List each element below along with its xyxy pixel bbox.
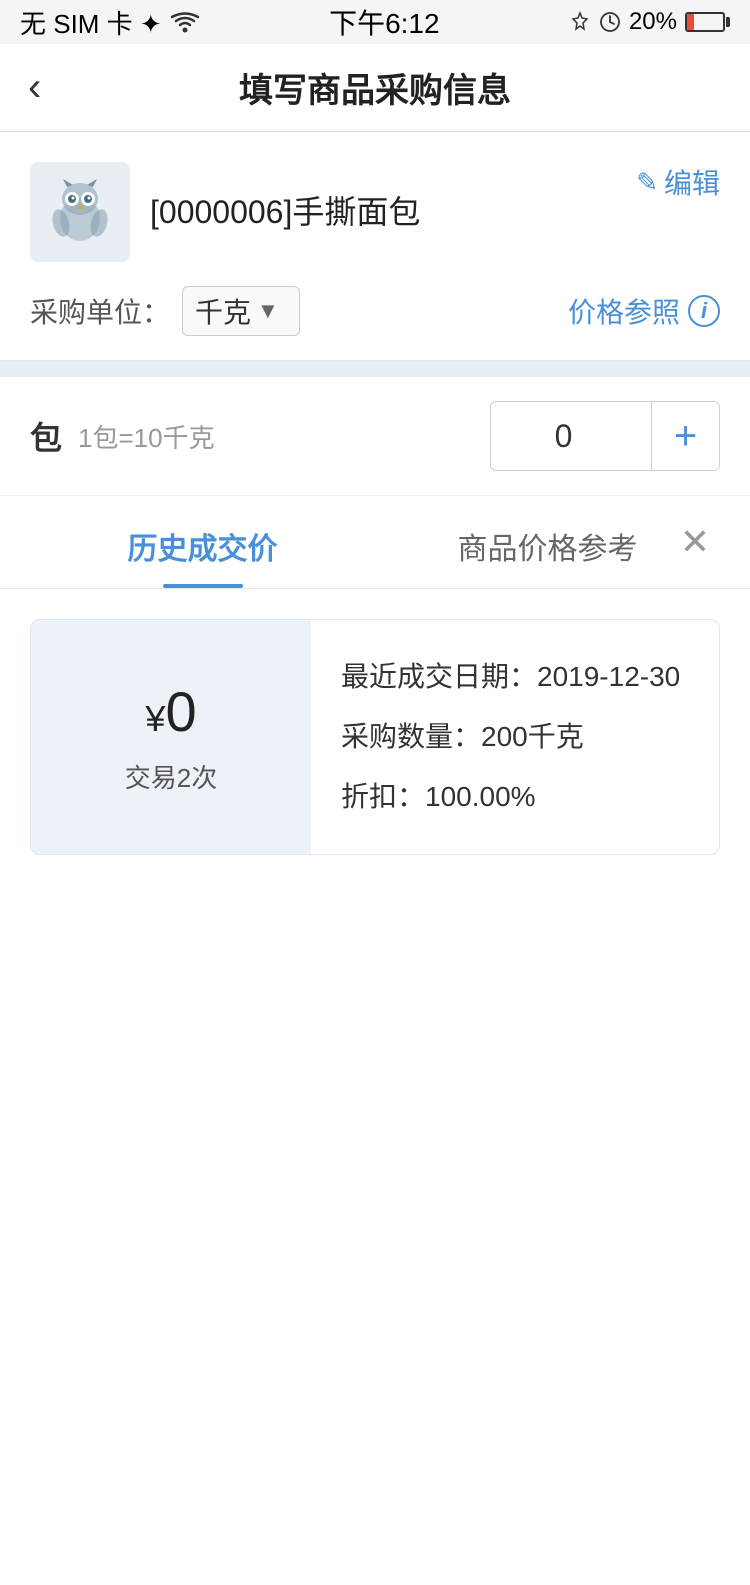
product-header: [0000006]手撕面包 ✎ 编辑 bbox=[30, 162, 720, 262]
status-left: 无 SIM 卡 ✦ bbox=[20, 4, 200, 41]
wifi-icon bbox=[170, 11, 200, 33]
price-content: ¥0 交易2次 最近成交日期：2019-12-30 采购数量：200千克 折扣：… bbox=[0, 589, 750, 885]
edit-button[interactable]: ✎ 编辑 bbox=[636, 162, 720, 202]
price-detail-date: 最近成交日期：2019-12-30 bbox=[341, 656, 689, 698]
qty-conversion: 1包=10千克 bbox=[78, 418, 215, 455]
product-image bbox=[30, 162, 130, 262]
clock-icon bbox=[599, 11, 621, 33]
price-card: ¥0 交易2次 最近成交日期：2019-12-30 采购数量：200千克 折扣：… bbox=[30, 619, 720, 855]
qty-label-group: 包 1包=10千克 bbox=[30, 413, 215, 459]
help-icon: i bbox=[688, 295, 720, 327]
qty-input[interactable] bbox=[491, 402, 651, 470]
product-left: [0000006]手撕面包 bbox=[30, 162, 420, 262]
nav-bar: ‹ 填写商品采购信息 bbox=[0, 44, 750, 132]
price-detail-discount: 折扣：100.00% bbox=[341, 776, 689, 818]
qty-unit-badge: 包 bbox=[30, 413, 62, 459]
price-card-left: ¥0 交易2次 bbox=[31, 620, 311, 854]
status-time: 下午6:12 bbox=[329, 2, 440, 42]
quantity-row: 包 1包=10千克 + bbox=[0, 377, 750, 496]
price-trades: 交易2次 bbox=[125, 758, 217, 795]
product-card: [0000006]手撕面包 ✎ 编辑 采购单位： 千克 ▼ 价格参照 i bbox=[0, 132, 750, 361]
edit-icon: ✎ bbox=[636, 167, 658, 198]
main-content-area bbox=[0, 885, 750, 1585]
qty-input-group[interactable]: + bbox=[490, 401, 720, 471]
page-title: 填写商品采购信息 bbox=[239, 63, 511, 112]
price-ref-button[interactable]: 价格参照 i bbox=[568, 291, 720, 331]
unit-label: 采购单位： bbox=[30, 291, 170, 331]
unit-row: 采购单位： 千克 ▼ bbox=[30, 286, 300, 336]
tab-close-button[interactable]: ✕ bbox=[670, 511, 720, 573]
price-amount: ¥0 bbox=[145, 679, 196, 744]
status-bar: 无 SIM 卡 ✦ 下午6:12 20% bbox=[0, 0, 750, 44]
back-button[interactable]: ‹ bbox=[28, 65, 41, 110]
location-icon bbox=[569, 11, 591, 33]
unit-dropdown-arrow: ▼ bbox=[257, 298, 279, 324]
separator bbox=[0, 361, 750, 377]
status-right: 20% bbox=[569, 8, 730, 36]
price-card-right: 最近成交日期：2019-12-30 采购数量：200千克 折扣：100.00% bbox=[311, 620, 719, 854]
price-panel: 历史成交价 商品价格参考 ✕ ¥0 交易2次 最近成交日期：2019-12-30… bbox=[0, 496, 750, 885]
battery-percent: 20% bbox=[629, 8, 677, 36]
price-detail-qty: 采购数量：200千克 bbox=[341, 716, 689, 758]
qty-plus-button[interactable]: + bbox=[651, 402, 719, 470]
battery-icon bbox=[685, 12, 730, 32]
product-footer: 采购单位： 千克 ▼ 价格参照 i bbox=[30, 286, 720, 336]
tab-history-price[interactable]: 历史成交价 bbox=[30, 496, 375, 588]
product-owl-icon bbox=[45, 177, 115, 247]
product-name: [0000006]手撕面包 bbox=[150, 190, 420, 235]
sim-label: 无 SIM 卡 ✦ bbox=[20, 4, 162, 41]
tab-bar: 历史成交价 商品价格参考 ✕ bbox=[0, 496, 750, 589]
tab-product-price-ref[interactable]: 商品价格参考 bbox=[375, 496, 720, 588]
unit-selector[interactable]: 千克 ▼ bbox=[182, 286, 300, 336]
